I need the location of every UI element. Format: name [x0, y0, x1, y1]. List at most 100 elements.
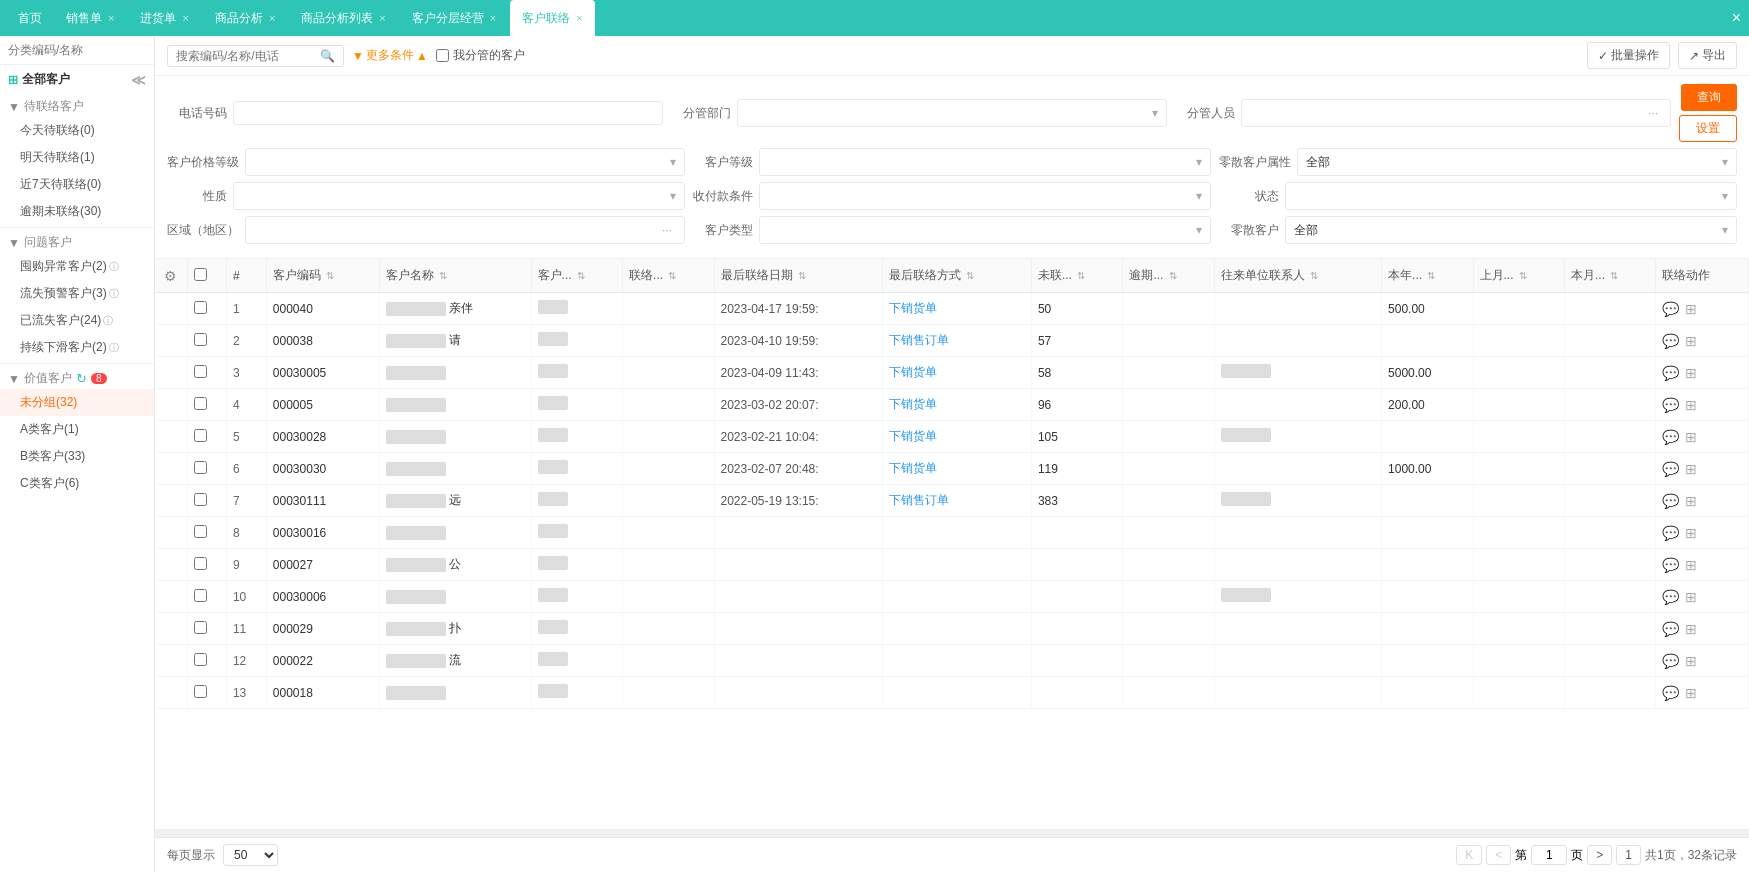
row-checkbox[interactable]	[194, 525, 207, 538]
close-tab-4-icon[interactable]: ×	[490, 12, 496, 24]
grid-action-icon[interactable]: ⊞	[1685, 333, 1697, 349]
export-button[interactable]: ↗ 导出	[1678, 42, 1737, 69]
th-this-year[interactable]: 本年... ⇅	[1382, 259, 1473, 293]
row-checkbox[interactable]	[194, 557, 207, 570]
sidebar-item-class-a[interactable]: A类客户(1)	[0, 416, 154, 443]
row-checkbox[interactable]	[194, 397, 207, 410]
row-checkbox[interactable]	[194, 301, 207, 314]
last-page-btn[interactable]: 1	[1616, 845, 1641, 865]
sidebar-item-overdue-pending[interactable]: 逾期未联络(30)	[0, 198, 154, 225]
filter-status-select[interactable]: ▾	[1285, 182, 1737, 210]
chat-icon[interactable]: 💬	[1662, 365, 1679, 381]
search-input[interactable]	[176, 49, 316, 63]
nav-tab-5[interactable]: 客户联络 ×	[510, 0, 594, 36]
select-all-checkbox[interactable]	[194, 268, 207, 281]
row-checkbox[interactable]	[194, 621, 207, 634]
chat-icon[interactable]: 💬	[1662, 589, 1679, 605]
group-problem-title[interactable]: ▼ 问题客户	[0, 230, 154, 253]
sidebar-search-input[interactable]	[8, 43, 155, 57]
chat-icon[interactable]: 💬	[1662, 429, 1679, 445]
chat-icon[interactable]: 💬	[1662, 557, 1679, 573]
filter-person-select[interactable]: ···	[1241, 99, 1671, 127]
grid-action-icon[interactable]: ⊞	[1685, 493, 1697, 509]
chat-icon[interactable]: 💬	[1662, 397, 1679, 413]
search-submit-icon[interactable]: 🔍	[320, 49, 335, 63]
grid-action-icon[interactable]: ⊞	[1685, 653, 1697, 669]
sidebar-item-churn-warning[interactable]: 流失预警客户(3) ⓘ	[0, 280, 154, 307]
filter-phone-input[interactable]	[233, 101, 663, 125]
th-type[interactable]: 客户... ⇅	[531, 259, 622, 293]
chat-icon[interactable]: 💬	[1662, 525, 1679, 541]
sidebar-item-declining[interactable]: 持续下滑客户(2) ⓘ	[0, 334, 154, 361]
close-tab-2-icon[interactable]: ×	[269, 12, 275, 24]
grid-action-icon[interactable]: ⊞	[1685, 301, 1697, 317]
nav-tab-0[interactable]: 销售单 ×	[54, 0, 126, 36]
prev-page-btn[interactable]: <	[1486, 845, 1511, 865]
sidebar-item-class-b[interactable]: B类客户(33)	[0, 443, 154, 470]
group-pending-title[interactable]: ▼ 待联络客户	[0, 94, 154, 117]
row-checkbox[interactable]	[194, 365, 207, 378]
close-tab-1-icon[interactable]: ×	[182, 12, 188, 24]
row-checkbox[interactable]	[194, 461, 207, 474]
th-settings[interactable]: ⚙	[155, 259, 187, 293]
th-contact-person[interactable]: 往来单位联系人 ⇅	[1214, 259, 1381, 293]
chat-icon[interactable]: 💬	[1662, 653, 1679, 669]
th-last-month[interactable]: 上月... ⇅	[1473, 259, 1564, 293]
reset-button[interactable]: 设置	[1679, 115, 1737, 142]
nav-tab-1[interactable]: 进货单 ×	[128, 0, 200, 36]
chat-icon[interactable]: 💬	[1662, 685, 1679, 701]
th-name[interactable]: 客户名称 ⇅	[379, 259, 531, 293]
close-tab-3-icon[interactable]: ×	[379, 12, 385, 24]
row-checkbox[interactable]	[194, 589, 207, 602]
th-last-contact-date[interactable]: 最后联络日期 ⇅	[714, 259, 882, 293]
row-checkbox[interactable]	[194, 493, 207, 506]
th-not-contacted[interactable]: 未联... ⇅	[1031, 259, 1122, 293]
chat-icon[interactable]: 💬	[1662, 621, 1679, 637]
th-this-month[interactable]: 本月... ⇅	[1564, 259, 1655, 293]
all-customers-header[interactable]: ⊞ 全部客户 ≪	[0, 65, 154, 94]
sidebar-item-hoard-abnormal[interactable]: 囤购异常客户(2) ⓘ	[0, 253, 154, 280]
row-checkbox[interactable]	[194, 429, 207, 442]
group-value-title[interactable]: ▼ 价值客户 ↻ 8	[0, 366, 154, 389]
filter-payment-select[interactable]: ▾	[759, 182, 1211, 210]
sidebar-item-class-c[interactable]: C类客户(6)	[0, 470, 154, 497]
grid-action-icon[interactable]: ⊞	[1685, 525, 1697, 541]
filter-dept-select[interactable]: ▾	[737, 99, 1167, 127]
filter-customer-level-select[interactable]: ▾	[759, 148, 1211, 176]
next-page-btn[interactable]: >	[1587, 845, 1612, 865]
nav-tab-4[interactable]: 客户分层经营 ×	[400, 0, 508, 36]
grid-action-icon[interactable]: ⊞	[1685, 397, 1697, 413]
filter-customer-type-select[interactable]: ▾	[759, 216, 1211, 244]
th-code[interactable]: 客户编码 ⇅	[266, 259, 379, 293]
th-last-contact-method[interactable]: 最后联络方式 ⇅	[882, 259, 1031, 293]
sidebar-item-tomorrow-pending[interactable]: 明天待联络(1)	[0, 144, 154, 171]
chat-icon[interactable]: 💬	[1662, 301, 1679, 317]
filter-retail-select[interactable]: 全部 ▾	[1285, 216, 1737, 244]
sidebar-item-7days-pending[interactable]: 近7天待联络(0)	[0, 171, 154, 198]
grid-action-icon[interactable]: ⊞	[1685, 557, 1697, 573]
my-customers-checkbox[interactable]	[436, 49, 449, 62]
filter-region-select[interactable]: ···	[245, 216, 685, 244]
nav-home[interactable]: 首页	[8, 0, 52, 36]
chat-icon[interactable]: 💬	[1662, 461, 1679, 477]
page-size-select[interactable]: 50 20 100	[223, 844, 278, 866]
chat-icon[interactable]: 💬	[1662, 333, 1679, 349]
row-checkbox[interactable]	[194, 653, 207, 666]
grid-action-icon[interactable]: ⊞	[1685, 429, 1697, 445]
grid-action-icon[interactable]: ⊞	[1685, 461, 1697, 477]
current-page-input[interactable]	[1531, 845, 1567, 865]
more-filter-btn[interactable]: ▼ 更多条件 ▲	[352, 47, 428, 64]
th-overdue[interactable]: 逾期... ⇅	[1123, 259, 1214, 293]
grid-action-icon[interactable]: ⊞	[1685, 621, 1697, 637]
grid-action-icon[interactable]: ⊞	[1685, 365, 1697, 381]
close-tab-0-icon[interactable]: ×	[108, 12, 114, 24]
th-contact[interactable]: 联络... ⇅	[623, 259, 714, 293]
close-tab-5-icon[interactable]: ×	[576, 12, 582, 24]
nav-tab-2[interactable]: 商品分析 ×	[203, 0, 287, 36]
chat-icon[interactable]: 💬	[1662, 493, 1679, 509]
filter-price-level-select[interactable]: ▾	[245, 148, 685, 176]
filter-retail-attr-select[interactable]: 全部 ▾	[1297, 148, 1737, 176]
filter-nature-select[interactable]: ▾	[233, 182, 685, 210]
grid-action-icon[interactable]: ⊞	[1685, 589, 1697, 605]
sidebar-item-ungroup[interactable]: 未分组(32)	[0, 389, 154, 416]
